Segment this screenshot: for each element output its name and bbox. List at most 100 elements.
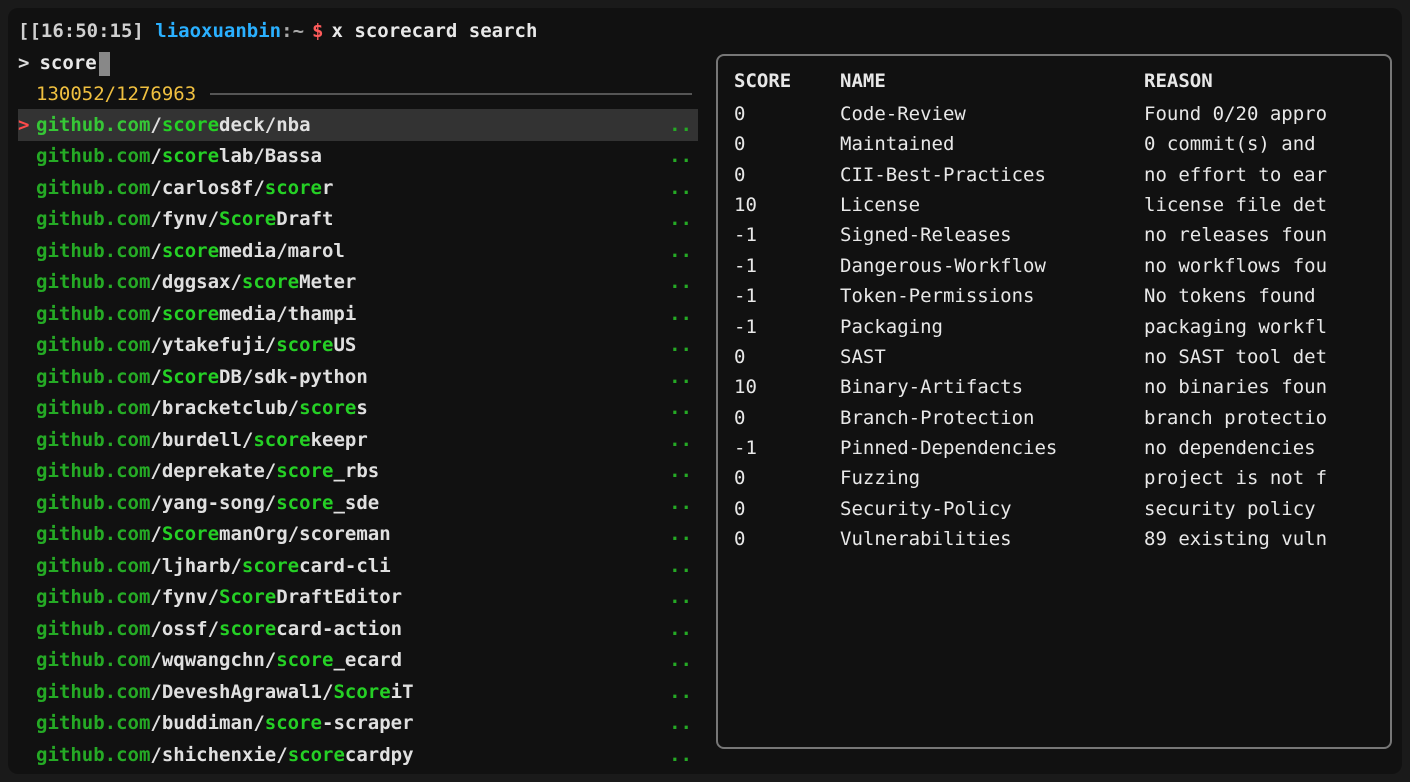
result-row[interactable]: github.com/fynv/ScoreDraft.. [18, 204, 698, 236]
prompt-time: [[16:50:15] [18, 16, 144, 46]
result-row[interactable]: github.com/wqwangchn/score_ecard.. [18, 645, 698, 677]
result-row[interactable]: github.com/ljharb/scorecard-cli.. [18, 550, 698, 582]
result-slash: / [150, 267, 161, 297]
result-ellipsis: .. [669, 740, 692, 770]
result-path-suffix: cardpy [345, 740, 414, 770]
terminal-window: [[16:50:15] liaoxuanbin : ~ $ x scorecar… [8, 8, 1402, 774]
result-row[interactable]: github.com/scoremedia/thampi.. [18, 298, 698, 330]
result-path-suffix: DraftEditor [276, 582, 402, 612]
result-row[interactable]: github.com/DeveshAgrawal1/ScoreiT.. [18, 676, 698, 708]
cell-name: Pinned-Dependencies [840, 433, 1144, 463]
result-host: github.com [36, 267, 150, 297]
table-row: 10Licenselicense file det [734, 190, 1374, 220]
result-row[interactable]: github.com/fynv/ScoreDraftEditor.. [18, 582, 698, 614]
result-highlight: Score [162, 362, 219, 392]
result-ellipsis: .. [669, 110, 692, 140]
result-row[interactable]: github.com/ScoreDB/sdk-python.. [18, 361, 698, 393]
prompt-tilde: ~ [293, 16, 304, 46]
result-highlight: Score [333, 677, 390, 707]
result-path-prefix: dggsax/ [162, 267, 242, 297]
result-ellipsis: .. [669, 708, 692, 738]
result-host: github.com [36, 141, 150, 171]
cell-reason: no workflows fou [1144, 251, 1374, 281]
result-row[interactable]: github.com/shichenxie/scorecardpy.. [18, 739, 698, 771]
result-host: github.com [36, 236, 150, 266]
result-path-suffix: media/thampi [219, 299, 356, 329]
result-slash: / [150, 173, 161, 203]
search-input-line[interactable]: > score [18, 48, 698, 78]
cell-reason: 89 existing vuln [1144, 524, 1374, 554]
cell-name: Branch-Protection [840, 403, 1144, 433]
result-row[interactable]: github.com/scoredeck/nba.. [18, 109, 698, 141]
results-list[interactable]: github.com/scoredeck/nba..github.com/sco… [18, 109, 698, 771]
result-path-suffix: s [356, 393, 367, 423]
result-host: github.com [36, 677, 150, 707]
result-path-prefix: shichenxie/ [162, 740, 288, 770]
result-slash: / [150, 677, 161, 707]
result-path-prefix: fynv/ [162, 204, 219, 234]
table-row: 0Vulnerabilities89 existing vuln [734, 524, 1374, 554]
result-slash: / [150, 456, 161, 486]
header-score: SCORE [734, 66, 840, 96]
cell-reason: 0 commit(s) and [1144, 129, 1374, 159]
table-row: 0Code-ReviewFound 0/20 appro [734, 99, 1374, 129]
search-query: score [39, 48, 96, 78]
table-header: SCORE NAME REASON [734, 66, 1374, 96]
result-row[interactable]: github.com/scoremedia/marol.. [18, 235, 698, 267]
prompt-line: [[16:50:15] liaoxuanbin : ~ $ x scorecar… [18, 16, 1392, 46]
cell-score: 0 [734, 403, 840, 433]
result-row[interactable]: github.com/deprekate/score_rbs.. [18, 456, 698, 488]
result-row[interactable]: github.com/dggsax/scoreMeter.. [18, 267, 698, 299]
result-host: github.com [36, 708, 150, 738]
cursor-icon [99, 52, 110, 76]
result-ellipsis: .. [669, 425, 692, 455]
result-highlight: score [162, 299, 219, 329]
result-path-suffix: _rbs [333, 456, 379, 486]
result-row[interactable]: github.com/scorelab/Bassa.. [18, 141, 698, 173]
header-reason: REASON [1144, 66, 1374, 96]
cell-reason: project is not f [1144, 463, 1374, 493]
cell-reason: No tokens found [1144, 281, 1374, 311]
result-path-prefix: ljharb/ [162, 551, 242, 581]
result-ellipsis: .. [669, 488, 692, 518]
table-row: -1Dangerous-Workflowno workflows fou [734, 251, 1374, 281]
result-row[interactable]: github.com/yang-song/score_sde.. [18, 487, 698, 519]
cell-reason: no binaries foun [1144, 372, 1374, 402]
cell-name: Vulnerabilities [840, 524, 1144, 554]
result-ellipsis: .. [669, 519, 692, 549]
result-row[interactable]: github.com/ytakefuji/scoreUS.. [18, 330, 698, 362]
result-row[interactable]: github.com/ScoremanOrg/scoreman.. [18, 519, 698, 551]
result-host: github.com [36, 519, 150, 549]
result-host: github.com [36, 173, 150, 203]
table-row: 0Branch-Protectionbranch protectio [734, 403, 1374, 433]
result-path-prefix: burdell/ [162, 425, 254, 455]
result-path-suffix: card-action [276, 614, 402, 644]
count-divider [210, 93, 692, 95]
result-path-suffix: Draft [276, 204, 333, 234]
result-slash: / [150, 393, 161, 423]
result-path-prefix: carlos8f/ [162, 173, 265, 203]
result-row[interactable]: github.com/burdell/scorekeepr.. [18, 424, 698, 456]
result-highlight: Score [219, 582, 276, 612]
result-slash: / [150, 488, 161, 518]
result-row[interactable]: github.com/ossf/scorecard-action.. [18, 613, 698, 645]
search-pane: > score 130052/1276963 github.com/scored… [18, 48, 698, 764]
result-slash: / [150, 582, 161, 612]
result-ellipsis: .. [669, 582, 692, 612]
result-ellipsis: .. [669, 393, 692, 423]
result-row[interactable]: github.com/carlos8f/scorer.. [18, 172, 698, 204]
result-row[interactable]: github.com/bracketclub/scores.. [18, 393, 698, 425]
result-path-suffix: -scraper [322, 708, 414, 738]
result-host: github.com [36, 330, 150, 360]
result-ellipsis: .. [669, 362, 692, 392]
result-row[interactable]: github.com/buddiman/score-scraper.. [18, 708, 698, 740]
result-path-suffix: r [322, 173, 333, 203]
cell-reason: Found 0/20 appro [1144, 99, 1374, 129]
result-ellipsis: .. [669, 236, 692, 266]
result-host: github.com [36, 110, 150, 140]
cell-score: 0 [734, 160, 840, 190]
result-path-prefix: deprekate/ [162, 456, 276, 486]
result-path-prefix: ytakefuji/ [162, 330, 276, 360]
cell-reason: security policy [1144, 494, 1374, 524]
cell-name: Packaging [840, 312, 1144, 342]
